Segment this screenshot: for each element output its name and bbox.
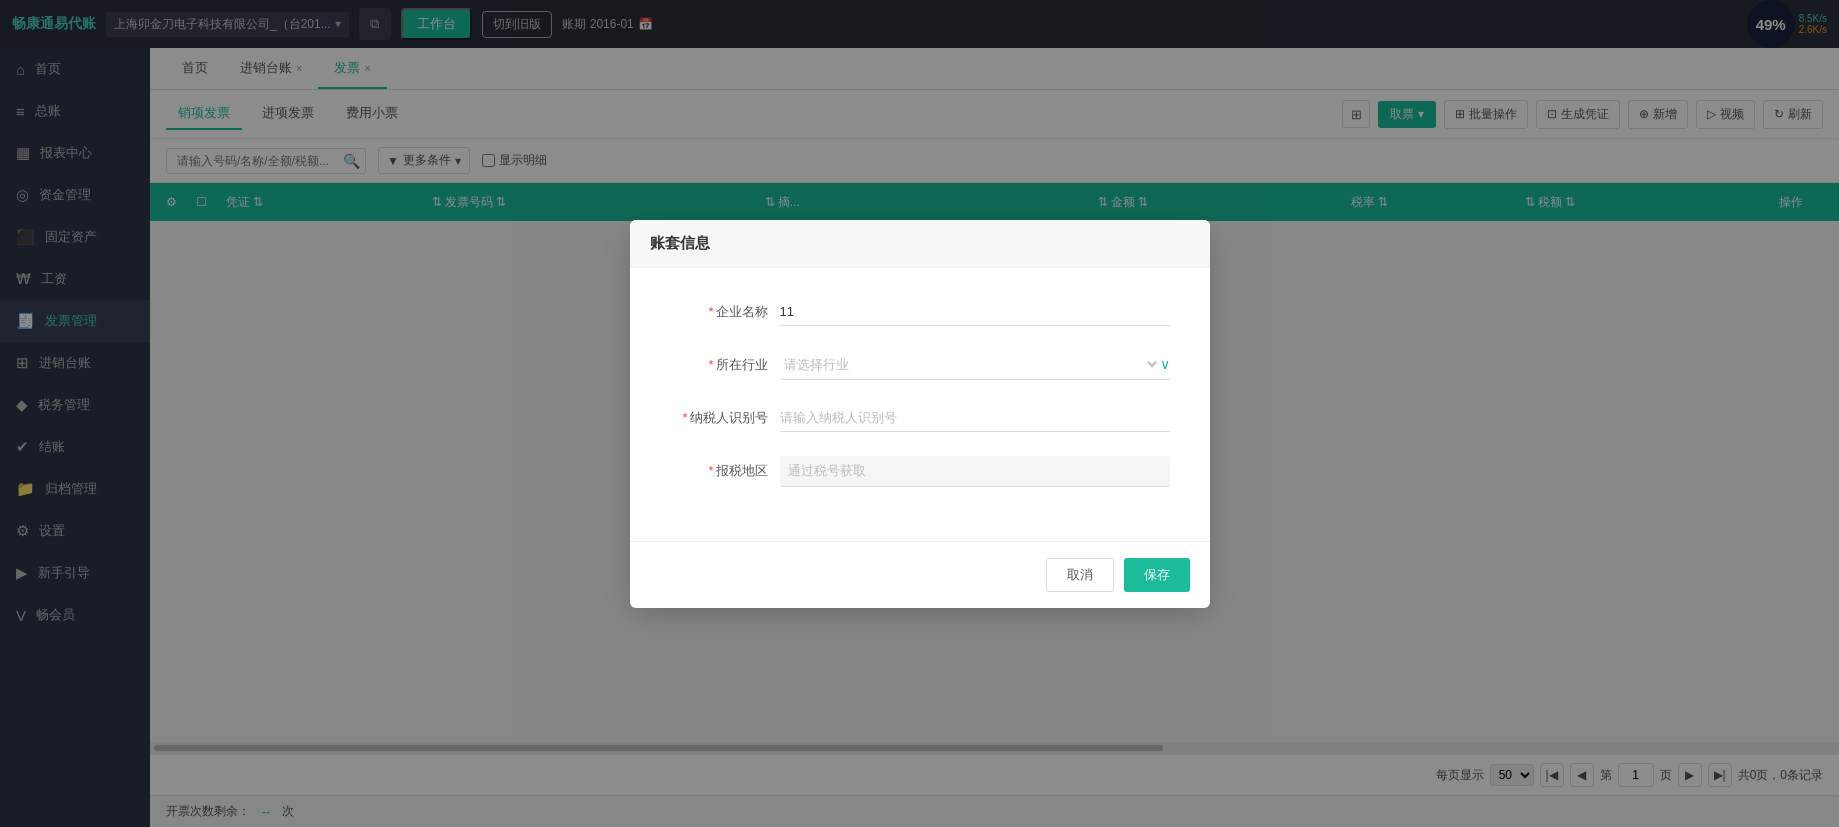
dialog-body: *企业名称 *所在行业 请选择行业 ∨ *纳税人识别号: [630, 268, 1210, 541]
industry-chevron-icon: ∨: [1160, 356, 1170, 372]
cancel-button[interactable]: 取消: [1046, 558, 1114, 592]
required-star: *: [682, 410, 687, 425]
taxregion-display: 通过税号获取: [780, 456, 1170, 487]
taxid-label: *纳税人识别号: [670, 409, 780, 427]
industry-select[interactable]: 请选择行业: [780, 350, 1160, 379]
required-star: *: [708, 357, 713, 372]
save-button[interactable]: 保存: [1124, 558, 1190, 592]
industry-label: *所在行业: [670, 356, 780, 374]
form-row-industry: *所在行业 请选择行业 ∨: [670, 350, 1170, 380]
account-info-dialog: 账套信息 *企业名称 *所在行业 请选择行业 ∨: [630, 220, 1210, 608]
taxid-input[interactable]: [780, 404, 1170, 432]
modal-overlay: 账套信息 *企业名称 *所在行业 请选择行业 ∨: [0, 0, 1839, 827]
industry-select-wrap[interactable]: 请选择行业 ∨: [780, 350, 1170, 380]
required-star: *: [708, 463, 713, 478]
company-name-label: *企业名称: [670, 303, 780, 321]
company-name-input[interactable]: [780, 298, 1170, 326]
taxregion-label: *报税地区: [670, 462, 780, 480]
required-star: *: [708, 304, 713, 319]
form-row-taxid: *纳税人识别号: [670, 404, 1170, 432]
dialog-title: 账套信息: [630, 220, 1210, 268]
dialog-footer: 取消 保存: [630, 541, 1210, 608]
form-row-taxregion: *报税地区 通过税号获取: [670, 456, 1170, 487]
form-row-company: *企业名称: [670, 298, 1170, 326]
